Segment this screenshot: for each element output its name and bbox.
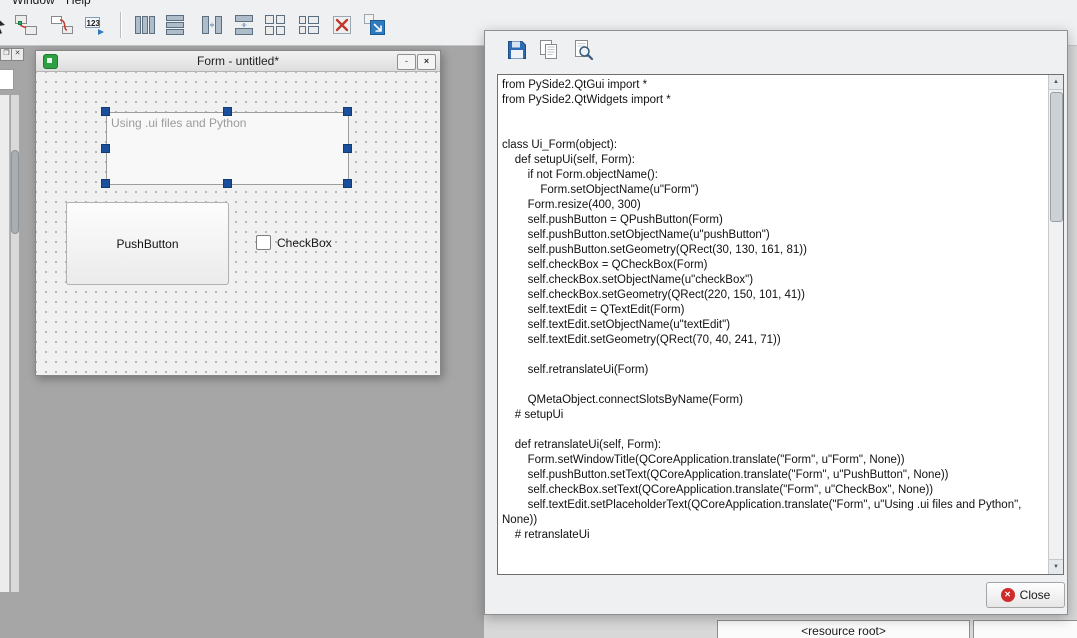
widget-box-filter[interactable]	[0, 69, 14, 90]
selection-handle-middle-right[interactable]	[343, 144, 352, 153]
close-button-label: Close	[1020, 588, 1051, 602]
qt-designer-app: Window Help 123	[0, 0, 1077, 638]
toolbar-separator	[120, 12, 121, 38]
designer-form-icon	[43, 54, 58, 69]
form-window-title: Form - untitled*	[197, 54, 279, 68]
edit-tab-order-icon[interactable]: 123	[84, 13, 108, 37]
adjust-size-icon[interactable]	[363, 13, 387, 37]
selection-handle-bottom-middle[interactable]	[223, 179, 232, 188]
find-icon[interactable]	[572, 39, 594, 61]
layout-grid-icon[interactable]	[263, 13, 287, 37]
textedit-widget[interactable]: Using .ui files and Python	[106, 112, 349, 185]
widget-box-edge	[0, 95, 10, 592]
selection-handle-bottom-right[interactable]	[343, 179, 352, 188]
selection-handle-top-right[interactable]	[343, 107, 352, 116]
dock-close-icon[interactable]: ✕	[11, 48, 24, 61]
close-button[interactable]: ×	[417, 54, 436, 70]
edit-widgets-icon[interactable]	[0, 13, 10, 37]
menu-window[interactable]: Window	[12, 0, 55, 7]
selection-handle-bottom-left[interactable]	[101, 179, 110, 188]
break-layout-icon[interactable]	[330, 13, 354, 37]
form-canvas[interactable]: Using .ui files and Python PushButton Ch…	[36, 72, 440, 375]
checkbox-indicator[interactable]	[256, 235, 271, 250]
resource-panel-fragment	[973, 620, 1077, 638]
checkbox-label: CheckBox	[277, 236, 332, 250]
scroll-down-icon[interactable]: ▼	[1049, 559, 1063, 574]
selection-handle-top-middle[interactable]	[223, 107, 232, 116]
menu-help[interactable]: Help	[66, 0, 91, 7]
dialog-close-button[interactable]: ✕ Close	[986, 582, 1065, 608]
edit-signals-slots-icon[interactable]	[14, 13, 38, 37]
checkbox-widget[interactable]: CheckBox	[256, 222, 357, 263]
copy-icon[interactable]	[538, 39, 560, 61]
resource-root-label: <resource root>	[801, 624, 886, 638]
minimize-button[interactable]: -	[397, 54, 416, 70]
scroll-up-icon[interactable]: ▲	[1049, 75, 1063, 90]
code-view[interactable]: from PySide2.QtGui import * from PySide2…	[497, 74, 1064, 575]
widget-box-scrollbar[interactable]	[11, 95, 19, 592]
code-text[interactable]: from PySide2.QtGui import * from PySide2…	[498, 75, 1063, 546]
textedit-placeholder: Using .ui files and Python	[111, 116, 246, 130]
form-window-titlebar[interactable]: Form - untitled* - ×	[36, 51, 440, 72]
pushbutton-widget[interactable]: PushButton	[66, 202, 229, 285]
edit-buddies-icon[interactable]	[50, 13, 74, 37]
layout-form-icon[interactable]	[297, 13, 321, 37]
form-editor-window: Form - untitled* - × Using .ui files and…	[35, 50, 441, 376]
svg-text:123: 123	[87, 19, 101, 28]
code-scrollbar[interactable]: ▲ ▼	[1048, 75, 1063, 574]
layout-horizontal-icon[interactable]	[133, 13, 157, 37]
resource-root-item[interactable]: <resource root>	[717, 620, 970, 638]
save-icon[interactable]	[506, 39, 528, 61]
selection-handle-middle-left[interactable]	[101, 144, 110, 153]
layout-horizontal-splitter-icon[interactable]	[200, 13, 224, 37]
layout-vertical-splitter-icon[interactable]	[232, 13, 256, 37]
code-scrollbar-thumb[interactable]	[1050, 92, 1063, 222]
code-preview-dialog: from PySide2.QtGui import * from PySide2…	[484, 30, 1068, 615]
widget-box-scrollbar-thumb[interactable]	[11, 150, 19, 234]
right-dock-edge	[1068, 45, 1077, 638]
close-circle-icon: ✕	[1001, 588, 1015, 602]
layout-vertical-icon[interactable]	[163, 13, 187, 37]
selection-handle-top-left[interactable]	[101, 107, 110, 116]
